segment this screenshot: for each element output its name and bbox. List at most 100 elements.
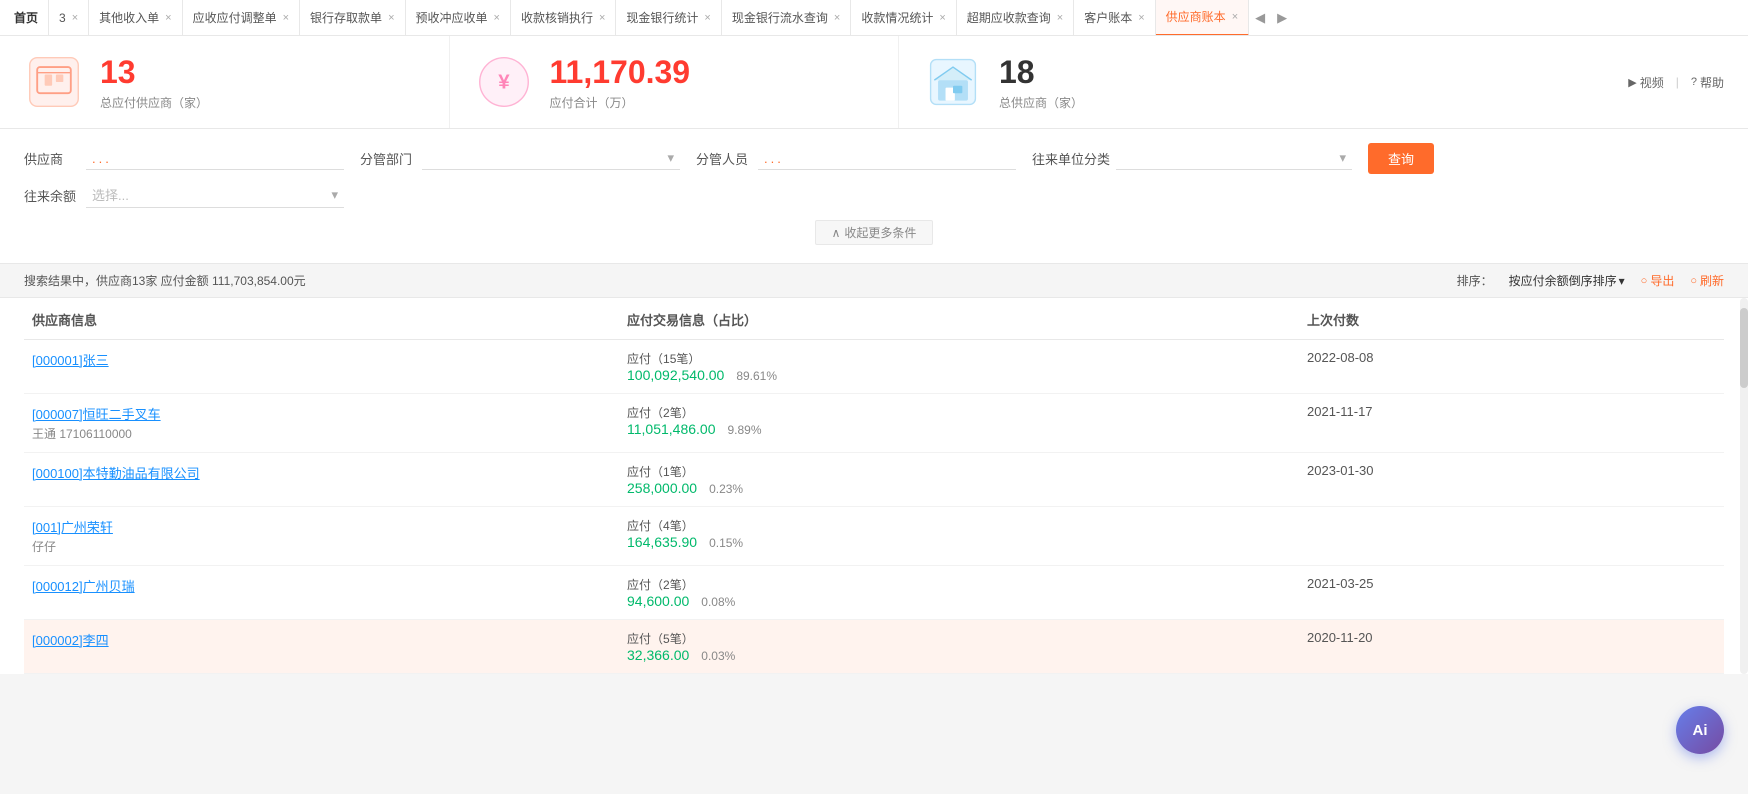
amount-value[interactable]: 94,600.00 [627,593,689,609]
supplier-select[interactable]: ... [86,148,344,170]
amount-value[interactable]: 100,092,540.00 [627,367,724,383]
balance-select[interactable]: 选择... ▾ [86,182,344,208]
person-label: 分管人员 [696,149,752,168]
close-icon[interactable]: × [388,12,394,24]
filter-category: 往来单位分类 ▾ [1032,147,1352,170]
chevron-down-icon-2: ▾ [1339,150,1346,166]
collapse-bar: ∧ 收起更多条件 [24,216,1724,249]
filter-row-2: 往来余额 选择... ▾ [24,182,1724,208]
nav-tab-3[interactable]: 3 × [49,0,89,36]
close-icon[interactable]: × [704,12,710,24]
scrollbar-thumb[interactable] [1740,308,1748,388]
last-payment-date: 2021-03-25 [1307,576,1374,591]
nav-tab-collect-verify[interactable]: 收款核销执行 × [511,0,616,36]
nav-tab-bank-deposit[interactable]: 银行存取款单 × [300,0,405,36]
sort-value-button[interactable]: 按应付余额倒序排序 ▾ [1509,272,1625,289]
supplier-cell: [001]广州荣轩仔仔 [24,507,619,566]
amount-value[interactable]: 164,635.90 [627,534,697,550]
store-icon [923,52,983,112]
nav-tab-other-income[interactable]: 其他收入单 × [89,0,182,36]
result-bar: 搜索结果中，供应商13家 应付金额 111,703,854.00元 排序： 按应… [0,264,1748,298]
category-select[interactable]: ▾ [1116,147,1352,170]
export-button[interactable]: ○ 导出 [1641,272,1675,289]
nav-tab-customer-account-label: 客户账本 [1084,9,1132,26]
collapse-button[interactable]: ∧ 收起更多条件 [815,220,934,245]
close-icon[interactable]: × [1138,12,1144,24]
nav-tab-3-close[interactable]: × [72,12,78,24]
supplier-cell: [000100]本特勤油品有限公司 [24,453,619,507]
last-payment-cell: 2022-08-08 [1299,340,1724,394]
close-icon[interactable]: × [939,12,945,24]
nav-tab-bank-deposit-label: 银行存取款单 [310,9,382,26]
percent-value: 9.89% [728,423,762,437]
nav-tab-collect-stat[interactable]: 收款情况统计 × [851,0,956,36]
ai-button[interactable]: Ai [1676,706,1724,754]
close-icon[interactable]: × [1232,11,1238,23]
close-icon[interactable]: × [165,12,171,24]
close-icon[interactable]: × [834,12,840,24]
supplier-table: 供应商信息 应付交易信息（占比） 上次付数 [000001]张三应付（15笔）1… [24,298,1724,674]
amount-value[interactable]: 258,000.00 [627,480,697,496]
nav-tab-prepay-collect[interactable]: 预收冲应收单 × [406,0,511,36]
nav-tab-ap-adjust[interactable]: 应收应付调整单 × [183,0,300,36]
person-dots: ... [764,151,784,166]
filter-dept: 分管部门 ▾ [360,147,680,170]
nav-tab-cash-bank-flow-label: 现金银行流水查询 [732,9,828,26]
person-select[interactable]: ... [758,148,1016,170]
tx-count-label: （5笔） [651,632,694,646]
supplier-link[interactable]: [000002]李四 [32,633,109,648]
supplier-link[interactable]: [000007]恒旺二手叉车 [32,407,161,422]
data-table-wrapper: 供应商信息 应付交易信息（占比） 上次付数 [000001]张三应付（15笔）1… [0,298,1748,674]
nav-tab-home[interactable]: 首页 [4,0,49,36]
nav-tab-cash-bank-flow[interactable]: 现金银行流水查询 × [722,0,851,36]
last-payment-cell [1299,507,1724,566]
transaction-cell: 应付（2笔）11,051,486.009.89% [619,394,1299,453]
total-ap-suppliers-label: 总应付供应商（家） [100,94,208,111]
nav-arrow-left[interactable]: ◀ [1249,0,1271,36]
supplier-link[interactable]: [000012]广州贝瑞 [32,579,135,594]
tx-type-count: 应付（2笔） [627,576,1291,593]
supplier-cell: [000001]张三 [24,340,619,394]
supplier-link[interactable]: [001]广州荣轩 [32,520,113,535]
refresh-label: 刷新 [1700,272,1724,289]
nav-tab-overdue-collect[interactable]: 超期应收款查询 × [957,0,1074,36]
supplier-link[interactable]: [000001]张三 [32,353,109,368]
amount-value[interactable]: 11,051,486.00 [627,421,716,437]
video-link[interactable]: ▶ 视频 [1628,74,1663,91]
chevron-down-icon: ▾ [667,150,674,166]
video-icon: ▶ [1628,76,1636,89]
supplier-cell: [000007]恒旺二手叉车王通 17106110000 [24,394,619,453]
nav-arrow-right[interactable]: ▶ [1271,0,1293,36]
th-transaction: 应付交易信息（占比） [619,298,1299,340]
tx-count-label: （4笔） [651,519,694,533]
chevron-down-icon-3: ▾ [331,187,338,203]
help-link[interactable]: ? 帮助 [1691,74,1724,91]
nav-tab-customer-account[interactable]: 客户账本 × [1074,0,1155,36]
export-icon: ○ [1641,275,1648,287]
summary-bar: 13 总应付供应商（家） ¥ 11,170.39 应付合计（万） [0,36,1748,129]
percent-value: 0.08% [701,595,735,609]
nav-tab-cash-bank-stat[interactable]: 现金银行统计 × [616,0,721,36]
table-row: [000001]张三应付（15笔）100,092,540.0089.61%202… [24,340,1724,394]
amount-value[interactable]: 32,366.00 [627,647,689,663]
tx-count-label: （2笔） [651,406,694,420]
nav-tab-supplier-account[interactable]: 供应商账本 × [1156,0,1249,36]
refresh-button[interactable]: ○ 刷新 [1690,272,1724,289]
query-button[interactable]: 查询 [1368,143,1434,174]
close-icon[interactable]: × [283,12,289,24]
supplier-link[interactable]: [000100]本特勤油品有限公司 [32,466,200,481]
dept-select[interactable]: ▾ [422,147,680,170]
th-last-payment: 上次付数 [1299,298,1724,340]
nav-tab-prepay-collect-label: 预收冲应收单 [416,9,488,26]
dept-label: 分管部门 [360,149,416,168]
close-icon[interactable]: × [599,12,605,24]
percent-value: 0.15% [709,536,743,550]
category-label: 往来单位分类 [1032,149,1110,168]
balance-label: 往来余额 [24,186,80,205]
close-icon[interactable]: × [1057,12,1063,24]
close-icon[interactable]: × [494,12,500,24]
tx-type-count: 应付（5笔） [627,630,1291,647]
video-label: 视频 [1640,74,1664,91]
scrollbar-track[interactable] [1740,298,1748,674]
tx-type-count: 应付（1笔） [627,463,1291,480]
